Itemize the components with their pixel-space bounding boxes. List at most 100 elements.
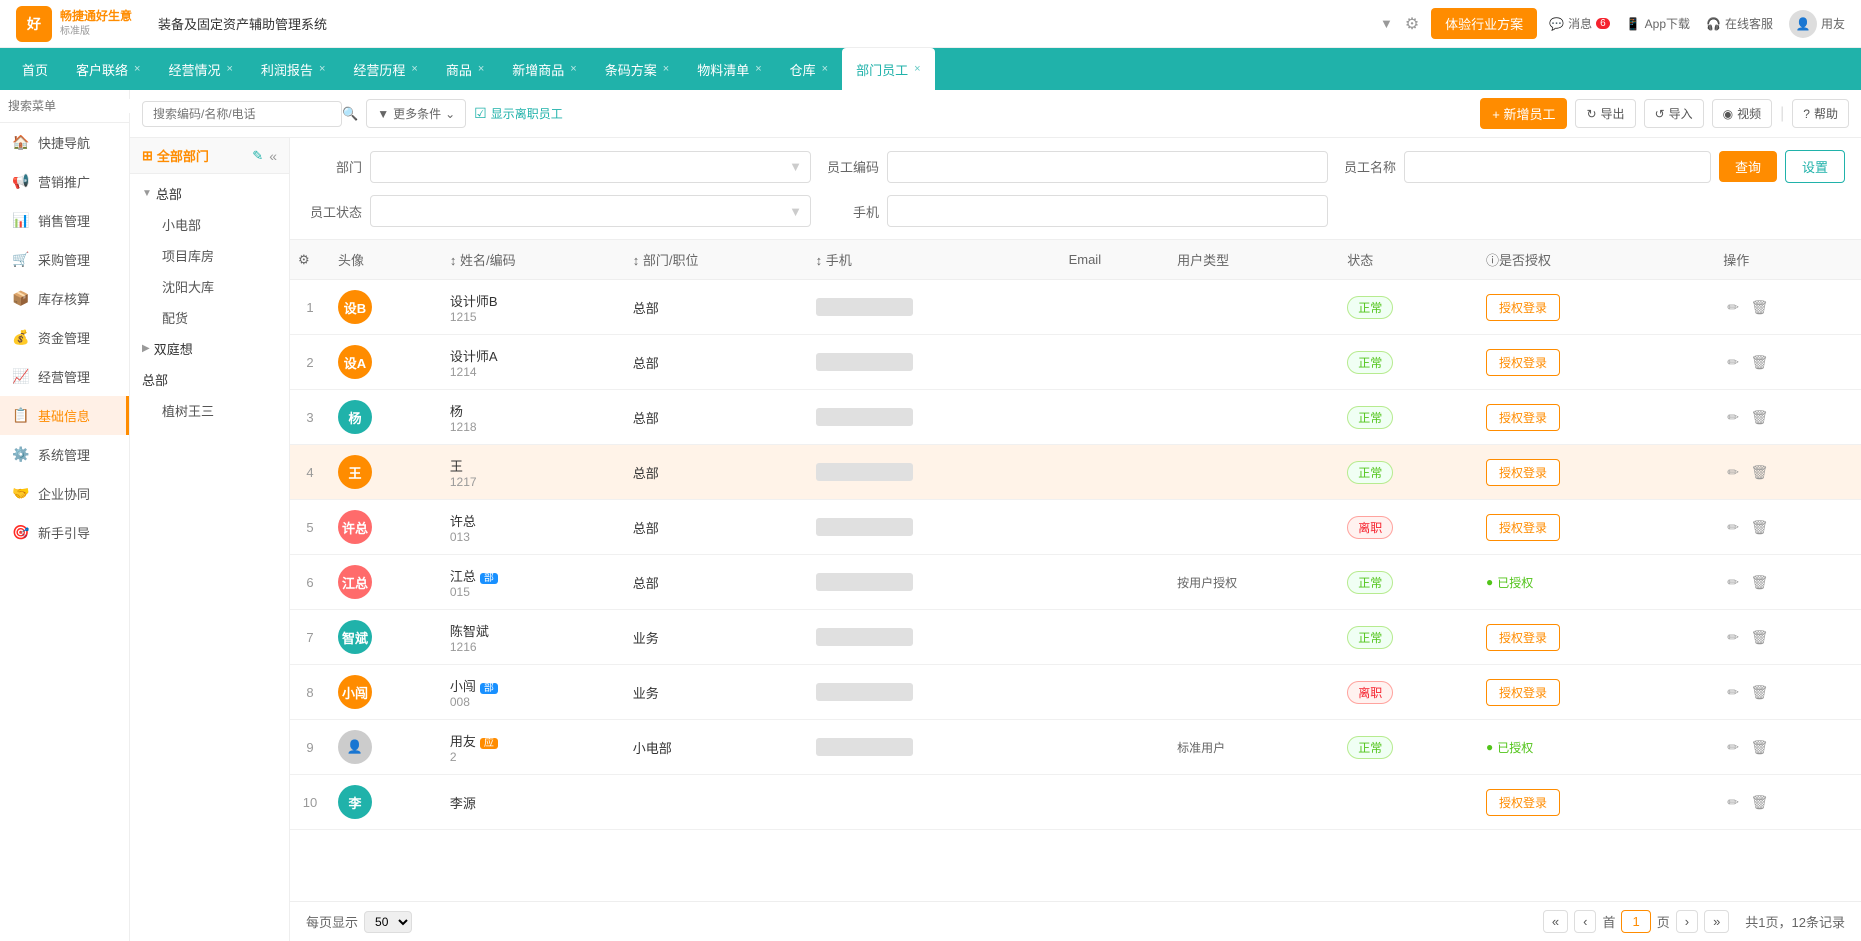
user-menu[interactable]: 👤 用友 <box>1789 10 1845 38</box>
dept-tree-item-head[interactable]: ▼ 总部 <box>130 178 289 209</box>
auth-button[interactable]: 授权登录 <box>1486 404 1560 431</box>
sidebar-item-guide[interactable]: 🎯新手引导 <box>0 513 129 552</box>
dept-tree-item-small-elec[interactable]: 小电部 <box>130 209 289 240</box>
sidebar-item-marketing[interactable]: 📢营销推广 <box>0 162 129 201</box>
delete-button[interactable]: 🗑 <box>1747 682 1773 703</box>
close-icon[interactable]: × <box>663 63 669 75</box>
sidebar-item-inventory[interactable]: 📦库存核算 <box>0 279 129 318</box>
message-button[interactable]: 💬 消息 6 <box>1549 15 1610 32</box>
search-input[interactable] <box>142 101 342 127</box>
gear-icon[interactable]: ⚙ <box>1405 14 1419 34</box>
more-filters-button[interactable]: ▼ 更多条件 ⌄ <box>366 99 466 128</box>
sidebar-item-sales[interactable]: 📊销售管理 <box>0 201 129 240</box>
nav-item-operation[interactable]: 经营情况× <box>154 48 246 90</box>
last-page-button[interactable]: » <box>1704 910 1729 933</box>
reset-button[interactable]: 设置 <box>1785 150 1845 183</box>
sidebar-item-quick-nav[interactable]: 🏠快捷导航 <box>0 123 129 162</box>
query-button[interactable]: 查询 <box>1719 151 1777 182</box>
dept-all-label[interactable]: ⊞ 全部部门 <box>142 146 209 165</box>
close-icon[interactable]: × <box>755 63 761 75</box>
nav-item-goods[interactable]: 商品× <box>432 48 498 90</box>
dept-tree-item-shenyang[interactable]: 沈阳大库 <box>130 271 289 302</box>
edit-button[interactable]: ✏ <box>1723 352 1743 373</box>
edit-button[interactable]: ✏ <box>1723 297 1743 318</box>
emp-name-input[interactable] <box>1404 151 1711 183</box>
dept-tree-item-zhishu[interactable]: 植树王三 <box>130 395 289 426</box>
delete-button[interactable]: 🗑 <box>1747 352 1773 373</box>
delete-button[interactable]: 🗑 <box>1747 627 1773 648</box>
export-button[interactable]: ↻ 导出 <box>1575 99 1635 128</box>
nav-item-warehouse[interactable]: 仓库× <box>776 48 842 90</box>
view-button[interactable]: ◉ 视频 <box>1712 99 1773 128</box>
col-name[interactable]: ↕ 姓名/编码 <box>442 240 625 280</box>
auth-button[interactable]: 授权登录 <box>1486 789 1560 816</box>
close-icon[interactable]: × <box>134 63 140 75</box>
delete-button[interactable]: 🗑 <box>1747 462 1773 483</box>
sidebar-item-purchase[interactable]: 🛒采购管理 <box>0 240 129 279</box>
phone-input[interactable] <box>887 195 1328 227</box>
dept-edit-icon[interactable]: ✎ <box>252 148 263 164</box>
add-employee-button[interactable]: + 新增员工 <box>1480 98 1567 129</box>
nav-item-profit[interactable]: 利润报告× <box>247 48 339 90</box>
online-service-button[interactable]: 🎧 在线客服 <box>1706 15 1773 32</box>
nav-item-department[interactable]: 部门员工× <box>842 48 934 90</box>
delete-button[interactable]: 🗑 <box>1747 792 1773 813</box>
current-page[interactable]: 1 <box>1621 910 1650 933</box>
dept-tree-item-project[interactable]: 项目库房 <box>130 240 289 271</box>
help-button[interactable]: ? 帮助 <box>1792 99 1849 128</box>
emp-code-input[interactable] <box>887 151 1328 183</box>
dept-tree-item-peihu[interactable]: 配货 <box>130 302 289 333</box>
trial-button[interactable]: 体验行业方案 <box>1431 8 1537 39</box>
close-icon[interactable]: × <box>914 63 920 75</box>
delete-button[interactable]: 🗑 <box>1747 517 1773 538</box>
sidebar-item-finance[interactable]: 💰资金管理 <box>0 318 129 357</box>
first-page-button[interactable]: « <box>1543 910 1568 933</box>
sidebar-item-collab[interactable]: 🤝企业协同 <box>0 474 129 513</box>
close-icon[interactable]: × <box>226 63 232 75</box>
import-button[interactable]: ↺ 导入 <box>1644 99 1704 128</box>
dept-collapse-button[interactable]: « <box>269 148 277 164</box>
edit-button[interactable]: ✏ <box>1723 462 1743 483</box>
col-dept[interactable]: ↕ 部门/职位 <box>625 240 808 280</box>
dept-select[interactable]: ▼ <box>370 151 811 183</box>
nav-item-history[interactable]: 经营历程× <box>339 48 431 90</box>
edit-button[interactable]: ✏ <box>1723 517 1743 538</box>
delete-button[interactable]: 🗑 <box>1747 737 1773 758</box>
sidebar-item-basic-info[interactable]: 📋基础信息 <box>0 396 129 435</box>
sidebar-item-business[interactable]: 📈经营管理 <box>0 357 129 396</box>
nav-item-home[interactable]: 首页 <box>8 48 62 90</box>
close-icon[interactable]: × <box>570 63 576 75</box>
nav-item-customer[interactable]: 客户联络× <box>62 48 154 90</box>
edit-button[interactable]: ✏ <box>1723 792 1743 813</box>
col-settings[interactable]: ⚙ <box>290 240 330 280</box>
close-icon[interactable]: × <box>319 63 325 75</box>
edit-button[interactable]: ✏ <box>1723 572 1743 593</box>
next-page-button[interactable]: › <box>1676 910 1698 933</box>
auth-button[interactable]: 授权登录 <box>1486 459 1560 486</box>
auth-button[interactable]: 授权登录 <box>1486 624 1560 651</box>
sidebar-item-system[interactable]: ⚙️系统管理 <box>0 435 129 474</box>
edit-button[interactable]: ✏ <box>1723 682 1743 703</box>
dept-tree-item-zongbu[interactable]: 总部 <box>130 364 289 395</box>
nav-item-bom[interactable]: 物料清单× <box>683 48 775 90</box>
edit-button[interactable]: ✏ <box>1723 737 1743 758</box>
edit-button[interactable]: ✏ <box>1723 627 1743 648</box>
delete-button[interactable]: 🗑 <box>1747 407 1773 428</box>
show-resigned-checkbox[interactable]: ☑ 显示离职员工 <box>474 105 563 122</box>
auth-button[interactable]: 授权登录 <box>1486 514 1560 541</box>
dropdown-arrow-icon[interactable]: ▼ <box>1380 16 1393 31</box>
delete-button[interactable]: 🗑 <box>1747 572 1773 593</box>
auth-button[interactable]: 授权登录 <box>1486 294 1560 321</box>
nav-item-barcode[interactable]: 条码方案× <box>591 48 683 90</box>
nav-item-add-goods[interactable]: 新增商品× <box>498 48 590 90</box>
app-download-button[interactable]: 📱 App下载 <box>1626 15 1690 32</box>
close-icon[interactable]: × <box>822 63 828 75</box>
status-select[interactable]: ▼ <box>370 195 811 227</box>
dept-tree-item-shuangtingxiang[interactable]: ▶ 双庭想 <box>130 333 289 364</box>
auth-button[interactable]: 授权登录 <box>1486 349 1560 376</box>
delete-button[interactable]: 🗑 <box>1747 297 1773 318</box>
page-size-select[interactable]: 50 <box>364 911 412 933</box>
prev-page-button[interactable]: ‹ <box>1574 910 1596 933</box>
col-phone[interactable]: ↕ 手机 <box>808 240 1061 280</box>
close-icon[interactable]: × <box>478 63 484 75</box>
